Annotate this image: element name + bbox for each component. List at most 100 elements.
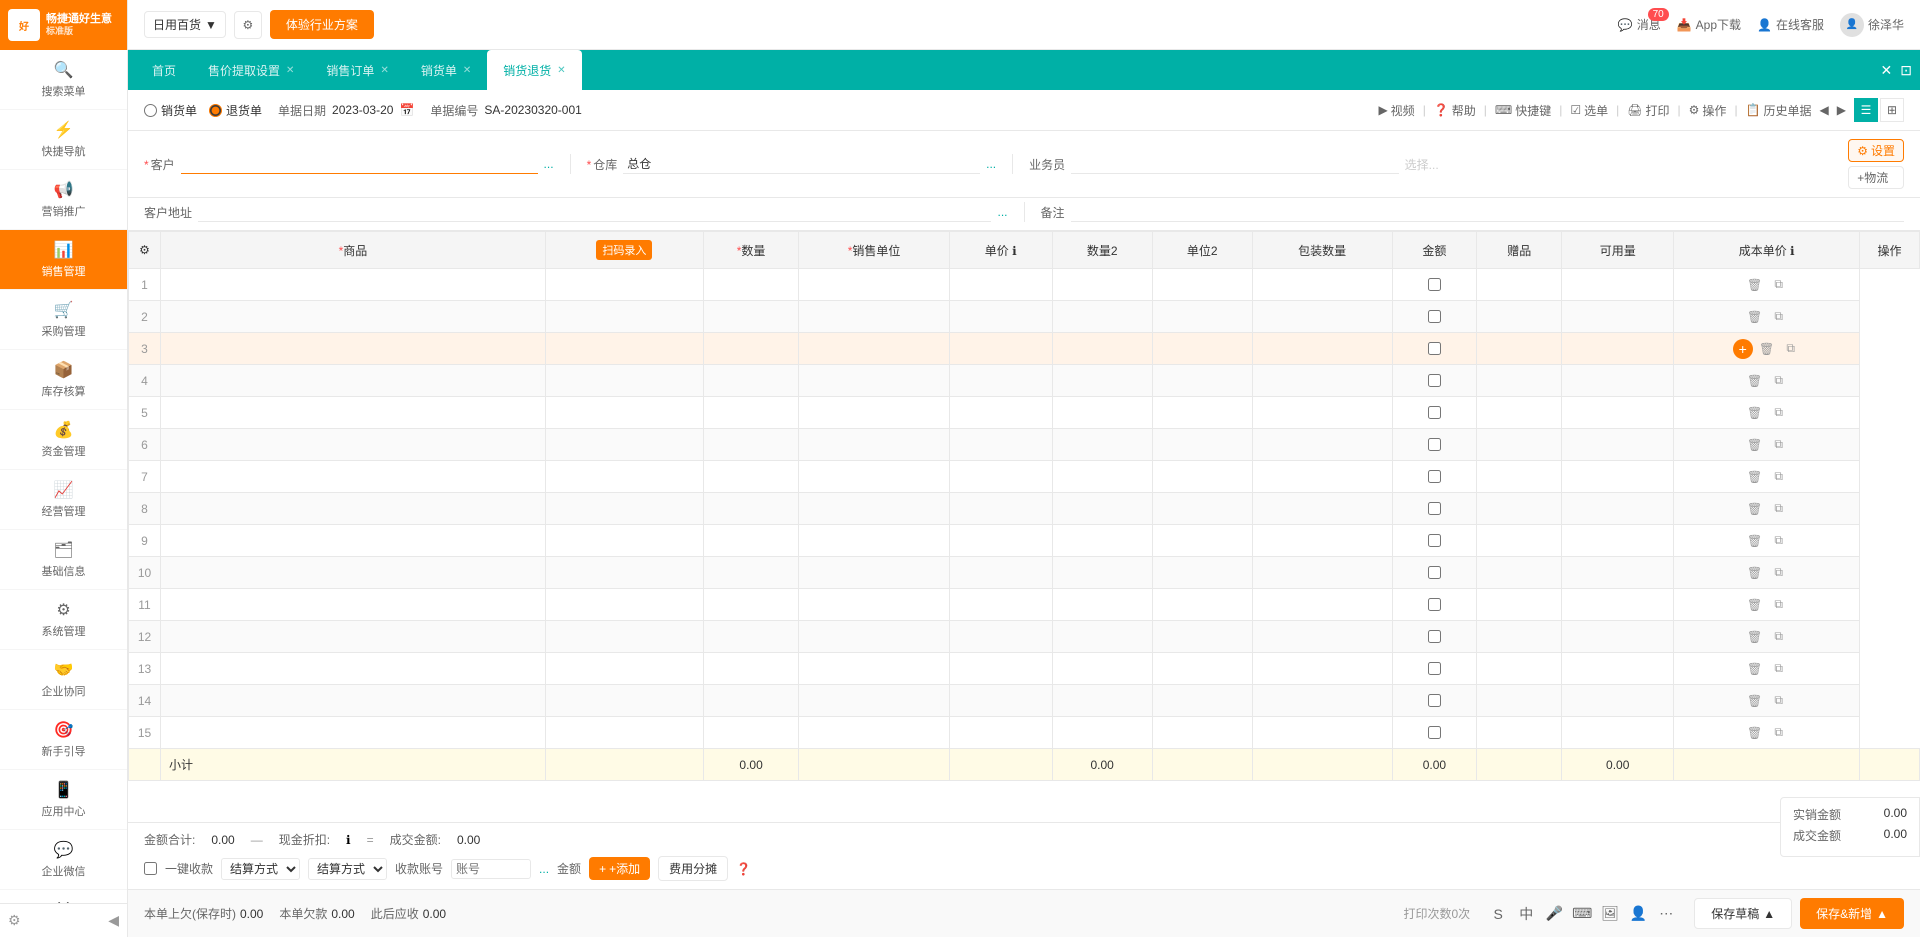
available-cell[interactable] (1477, 461, 1562, 493)
price-cell[interactable] (799, 717, 949, 749)
qty2-cell[interactable] (949, 461, 1052, 493)
product-cell[interactable] (161, 493, 546, 525)
delete-row-btn[interactable]: 🗑 (1745, 371, 1765, 391)
sidebar-item-wechat[interactable]: 💬 企业微信 (0, 830, 127, 890)
tab-order-close[interactable]: ✕ (380, 65, 388, 76)
sidebar-item-system[interactable]: ⚙ 系统管理 (0, 590, 127, 650)
category-select[interactable]: 日用百货 ▼ (144, 11, 226, 38)
product-cell[interactable] (161, 397, 546, 429)
select-btn[interactable]: ☑ 选单 (1570, 102, 1608, 119)
cost-price-cell[interactable] (1562, 653, 1674, 685)
pkg-qty-cell[interactable] (1152, 397, 1252, 429)
price-cell[interactable] (799, 525, 949, 557)
unit2-cell[interactable] (1052, 365, 1152, 397)
pkg-qty-cell[interactable] (1152, 493, 1252, 525)
tool-user2[interactable]: 👤 (1626, 902, 1650, 926)
pkg-qty-cell[interactable] (1152, 429, 1252, 461)
price-cell[interactable] (799, 301, 949, 333)
warehouse-input[interactable] (623, 155, 980, 174)
available-cell[interactable] (1477, 557, 1562, 589)
tab-sales[interactable]: 销货单 ✕ (405, 50, 487, 90)
add-btn[interactable]: + +添加 (589, 857, 650, 880)
copy-row-btn[interactable]: ⧉ (1769, 691, 1789, 711)
amount-cell[interactable] (1252, 365, 1392, 397)
pkg-qty-cell[interactable] (1152, 525, 1252, 557)
amount-cell[interactable] (1252, 429, 1392, 461)
unit-cell[interactable] (703, 461, 798, 493)
unit-cell[interactable] (703, 525, 798, 557)
qty-cell[interactable] (545, 269, 703, 301)
shortcut-btn[interactable]: ⌨ 快捷键 (1495, 102, 1551, 119)
product-cell[interactable] (161, 365, 546, 397)
cost-price-cell[interactable] (1562, 269, 1674, 301)
amount-cell[interactable] (1252, 557, 1392, 589)
price-cell[interactable] (799, 397, 949, 429)
notify-btn[interactable]: 💬 消息 70 (1618, 16, 1661, 33)
copy-row-btn[interactable]: ⧉ (1769, 659, 1789, 679)
product-cell[interactable] (161, 621, 546, 653)
available-cell[interactable] (1477, 621, 1562, 653)
account-picker[interactable]: ... (539, 862, 549, 876)
unit2-cell[interactable] (1052, 301, 1152, 333)
gift-checkbox[interactable] (1428, 502, 1441, 515)
payment-method-select[interactable]: 结算方式 (221, 858, 300, 880)
sale-radio[interactable]: 销货单 (144, 102, 197, 119)
qty2-cell[interactable] (949, 717, 1052, 749)
grid-view-btn[interactable]: ⊞ (1880, 98, 1904, 122)
pkg-qty-cell[interactable] (1152, 365, 1252, 397)
tab-sales-close[interactable]: ✕ (463, 65, 471, 76)
cost-price-cell[interactable] (1562, 461, 1674, 493)
sidebar-item-sales[interactable]: 📊 销售管理 (0, 230, 127, 290)
copy-row-btn[interactable]: ⧉ (1769, 371, 1789, 391)
pkg-qty-cell[interactable] (1152, 461, 1252, 493)
qty-cell[interactable] (545, 493, 703, 525)
sidebar-item-inventory[interactable]: 📦 库存核算 (0, 350, 127, 410)
amount-cell[interactable] (1252, 333, 1392, 365)
amount-cell[interactable] (1252, 397, 1392, 429)
delete-row-btn[interactable]: 🗑 (1745, 531, 1765, 551)
qty2-cell[interactable] (949, 557, 1052, 589)
pkg-qty-cell[interactable] (1152, 685, 1252, 717)
available-cell[interactable] (1477, 397, 1562, 429)
qty2-cell[interactable] (949, 333, 1052, 365)
delete-row-btn[interactable]: 🗑 (1745, 275, 1765, 295)
delete-row-btn[interactable]: 🗑 (1745, 627, 1765, 647)
product-cell[interactable] (161, 333, 546, 365)
qty2-cell[interactable] (949, 685, 1052, 717)
help-btn[interactable]: ❓ 帮助 (1434, 102, 1476, 119)
copy-row-btn[interactable]: ⧉ (1769, 595, 1789, 615)
copy-row-btn[interactable]: ⧉ (1769, 531, 1789, 551)
delete-row-btn[interactable]: 🗑 (1745, 499, 1765, 519)
delete-row-btn[interactable]: 🗑 (1757, 339, 1777, 359)
unit2-cell[interactable] (1052, 429, 1152, 461)
amount-cell[interactable] (1252, 461, 1392, 493)
available-cell[interactable] (1477, 269, 1562, 301)
unit2-cell[interactable] (1052, 525, 1152, 557)
price-cell[interactable] (799, 653, 949, 685)
price-cell[interactable] (799, 621, 949, 653)
available-cell[interactable] (1477, 717, 1562, 749)
unit2-cell[interactable] (1052, 557, 1152, 589)
qty-cell[interactable] (545, 557, 703, 589)
tab-home[interactable]: 首页 (136, 50, 192, 90)
copy-row-btn[interactable]: ⧉ (1769, 627, 1789, 647)
cost-price-cell[interactable] (1562, 717, 1674, 749)
tab-order[interactable]: 销售订单 ✕ (310, 50, 404, 90)
unit-cell[interactable] (703, 429, 798, 461)
qty-cell[interactable] (545, 525, 703, 557)
qty-cell[interactable] (545, 461, 703, 493)
unit-cell[interactable] (703, 365, 798, 397)
next-btn[interactable]: ▶ (1837, 103, 1846, 117)
unit-cell[interactable] (703, 653, 798, 685)
app-download-btn[interactable]: 📥 App下载 (1677, 16, 1741, 33)
gift-checkbox[interactable] (1428, 342, 1441, 355)
unit-cell[interactable] (703, 269, 798, 301)
cost-price-cell[interactable] (1562, 397, 1674, 429)
add-row-btn[interactable]: + (1733, 339, 1753, 359)
tool-more[interactable]: ⋯ (1654, 902, 1678, 926)
amount-cell[interactable] (1252, 589, 1392, 621)
print-btn[interactable]: 🖨 打印 (1627, 102, 1669, 119)
qty2-cell[interactable] (949, 301, 1052, 333)
logistics-btn[interactable]: +物流 (1848, 166, 1904, 189)
tool-s[interactable]: S (1486, 902, 1510, 926)
